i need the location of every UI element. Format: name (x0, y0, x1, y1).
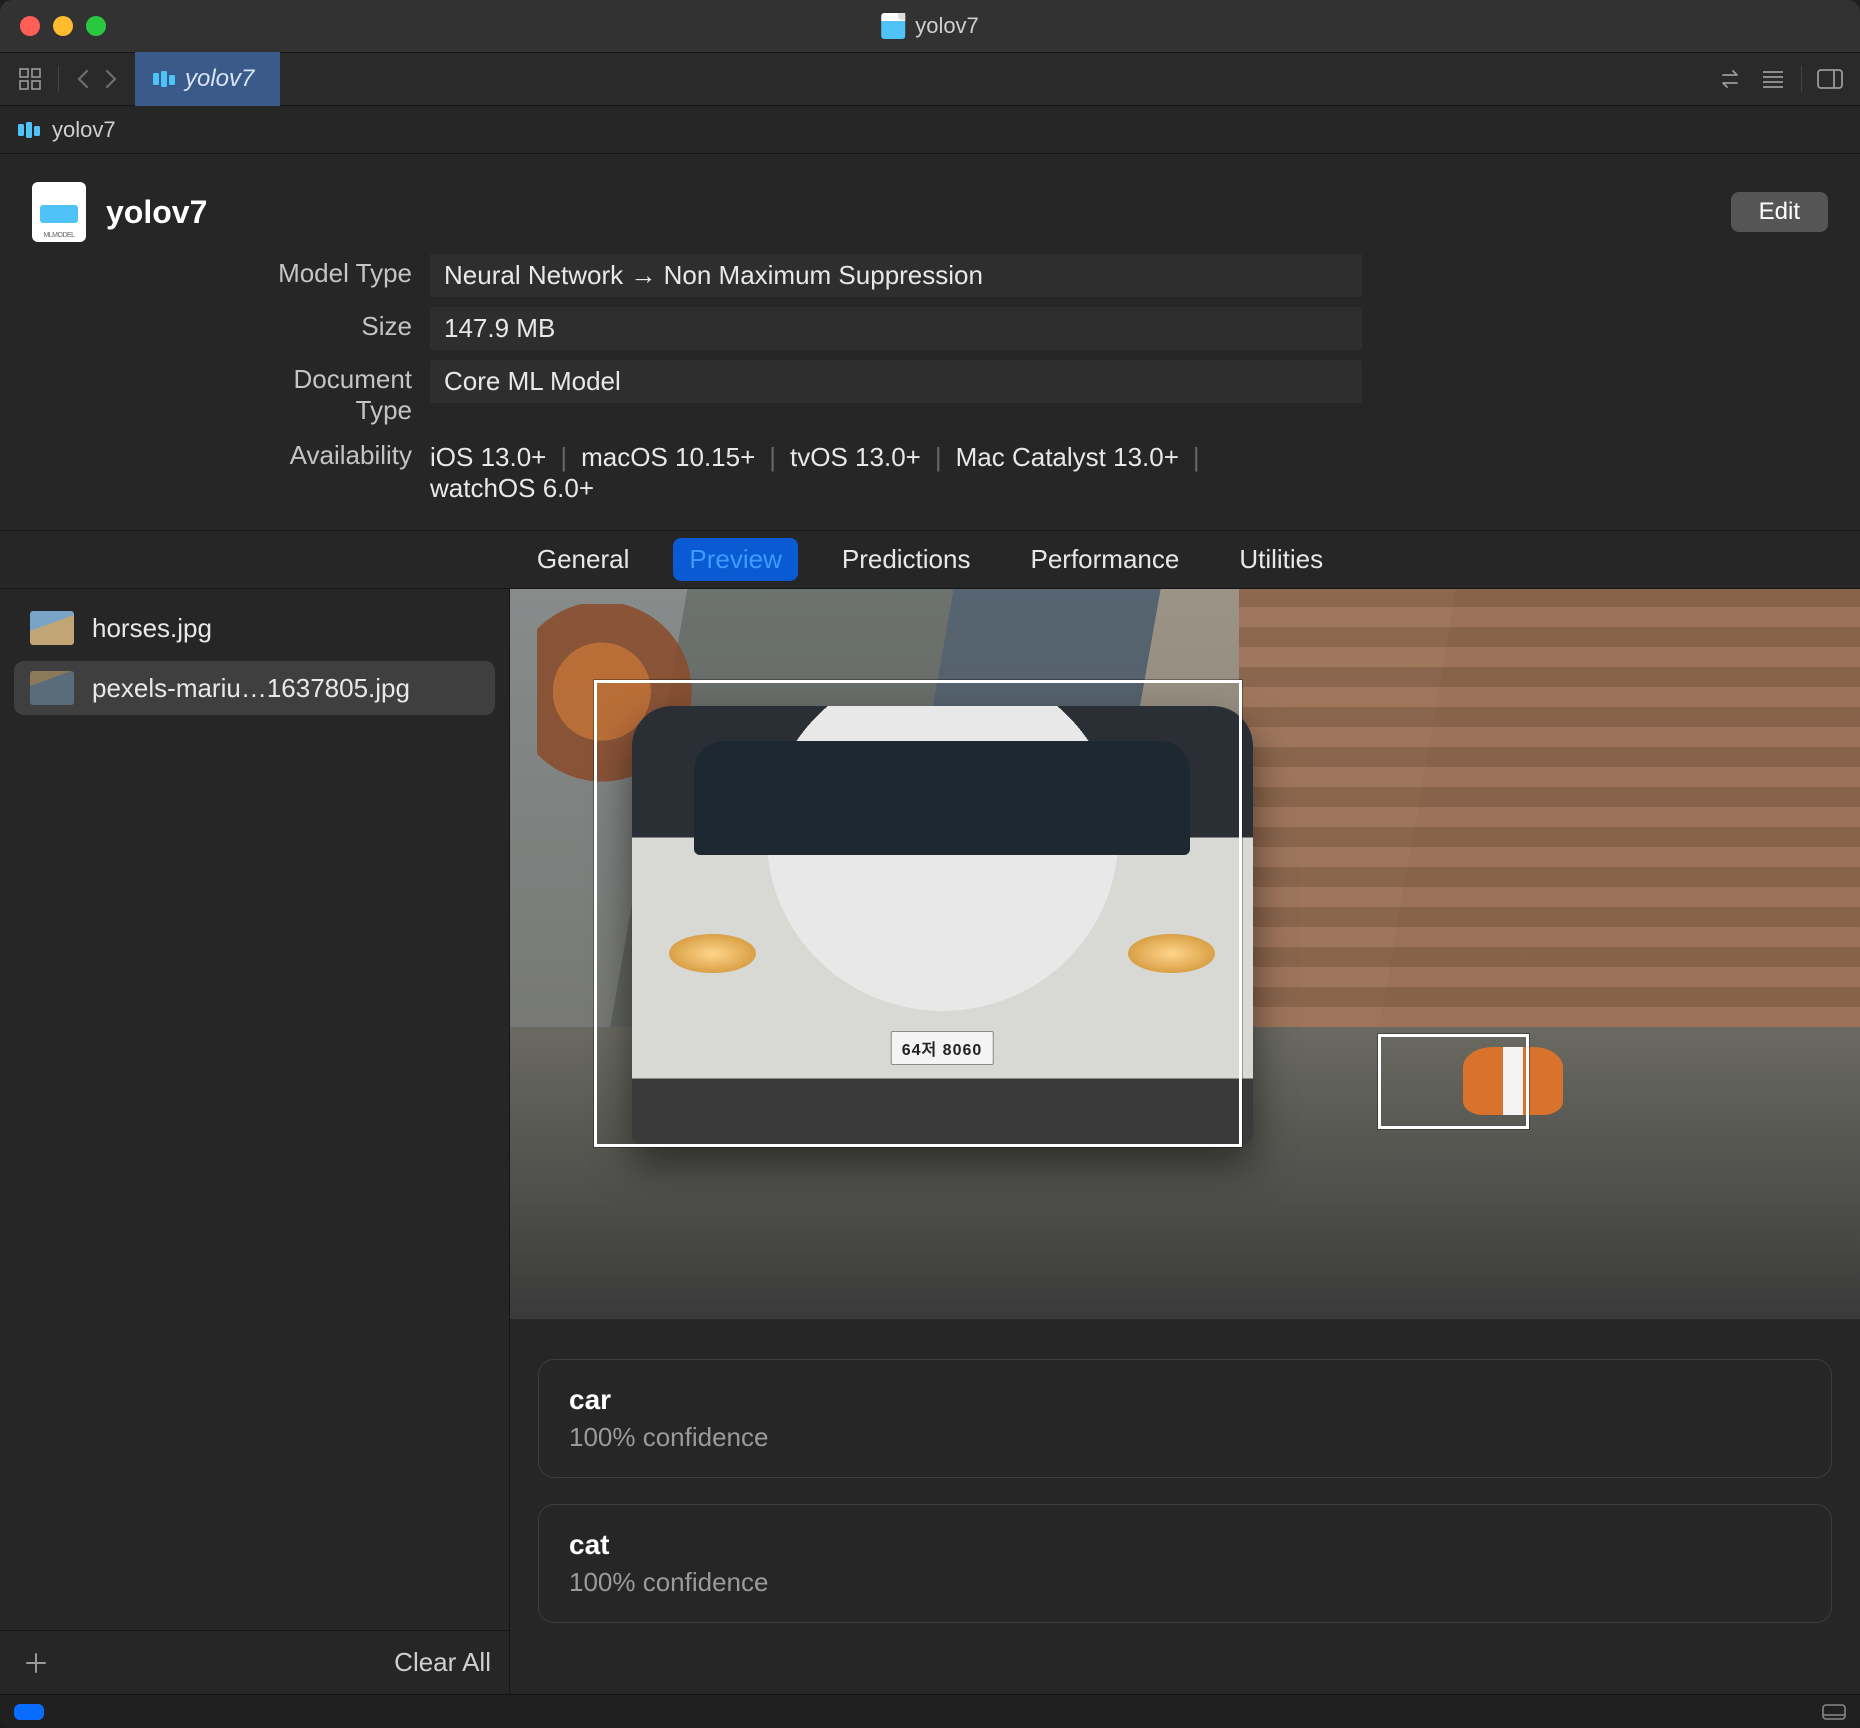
meta-label-size: Size (232, 307, 412, 342)
grid-icon[interactable] (12, 61, 48, 97)
breadcrumb: yolov7 (0, 106, 1860, 154)
breadcrumb-label[interactable]: yolov7 (52, 117, 116, 143)
mlmodel-tab-icon (153, 71, 175, 87)
thumbnail (30, 671, 74, 705)
separator (58, 66, 59, 92)
list-item-label: pexels-mariu…1637805.jpg (92, 673, 410, 704)
detection-box-cat[interactable] (1378, 1034, 1529, 1129)
list-item-label: horses.jpg (92, 613, 212, 644)
image-list: horses.jpg pexels-mariu…1637805.jpg (0, 589, 509, 1630)
window-title: yolov7 (881, 13, 979, 39)
mlmodel-file-icon (881, 13, 905, 39)
nav-forward-button[interactable] (97, 61, 125, 97)
add-image-button[interactable] (18, 1645, 54, 1681)
detection-list: car 100% confidence cat 100% confidence (510, 1319, 1860, 1623)
meta-value-size: 147.9 MB (430, 307, 1362, 350)
availability-item: macOS 10.15+ (581, 442, 755, 473)
tab-predictions[interactable]: Predictions (826, 538, 987, 581)
meta-label-model-type: Model Type (232, 254, 412, 289)
clear-all-button[interactable]: Clear All (394, 1647, 491, 1678)
status-indicator[interactable] (14, 1704, 44, 1720)
detection-label: cat (569, 1529, 1801, 1561)
detection-box-car[interactable] (594, 680, 1242, 1147)
lines-icon[interactable] (1755, 61, 1791, 97)
toolbar: yolov7 (0, 52, 1860, 106)
edit-button[interactable]: Edit (1731, 192, 1828, 232)
nav-back-button[interactable] (69, 61, 97, 97)
tab-yolov7[interactable]: yolov7 (135, 52, 280, 106)
tab-performance[interactable]: Performance (1014, 538, 1195, 581)
preview-pane: 64저 8060 car 100% confidence cat 100% confi… (510, 589, 1860, 1694)
statusbar (0, 1694, 1860, 1728)
availability-item: iOS 13.0+ (430, 442, 546, 473)
mlmodel-crumb-icon (18, 122, 40, 138)
availability-item: Mac Catalyst 13.0+ (956, 442, 1179, 473)
separator: | (560, 442, 567, 473)
separator: | (769, 442, 776, 473)
list-item[interactable]: pexels-mariu…1637805.jpg (14, 661, 495, 715)
preview-image: 64저 8060 (510, 589, 1860, 1319)
availability-item: watchOS 6.0+ (430, 473, 594, 504)
separator (1801, 66, 1802, 92)
mlmodel-header-icon (32, 182, 86, 242)
tab-general[interactable]: General (521, 538, 646, 581)
detection-card[interactable]: cat 100% confidence (538, 1504, 1832, 1623)
list-item[interactable]: horses.jpg (14, 601, 495, 655)
tab-label: yolov7 (185, 65, 254, 93)
titlebar: yolov7 (0, 0, 1860, 52)
model-header: yolov7 Edit Model Type Neural Network → … (0, 154, 1860, 531)
sidebar: horses.jpg pexels-mariu…1637805.jpg Clear… (0, 589, 510, 1694)
detection-label: car (569, 1384, 1801, 1416)
meta-value-doc-type: Core ML Model (430, 360, 1362, 403)
window-zoom-button[interactable] (86, 16, 106, 36)
tabs-bar: General Preview Predictions Performance … (0, 531, 1860, 589)
detection-confidence: 100% confidence (569, 1567, 1801, 1598)
window-title-text: yolov7 (915, 13, 979, 39)
detection-card[interactable]: car 100% confidence (538, 1359, 1832, 1478)
tab-utilities[interactable]: Utilities (1223, 538, 1339, 581)
window-minimize-button[interactable] (53, 16, 73, 36)
availability-item: tvOS 13.0+ (790, 442, 921, 473)
panel-toggle-icon[interactable] (1812, 61, 1848, 97)
separator: | (1193, 442, 1200, 473)
meta-value-model-type: Neural Network → Non Maximum Suppression (430, 254, 1362, 297)
thumbnail (30, 611, 74, 645)
swap-icon[interactable] (1713, 61, 1749, 97)
separator: | (935, 442, 942, 473)
meta-label-doc-type: Document Type (232, 360, 412, 426)
detection-confidence: 100% confidence (569, 1422, 1801, 1453)
page-title: yolov7 (106, 194, 207, 231)
tab-preview[interactable]: Preview (673, 538, 797, 581)
meta-label-availability: Availability (232, 436, 412, 471)
meta-value-availability: iOS 13.0+ | macOS 10.15+ | tvOS 13.0+ | Mac Ca… (430, 436, 1362, 510)
panel-collapse-icon[interactable] (1822, 1704, 1846, 1720)
window-close-button[interactable] (20, 16, 40, 36)
